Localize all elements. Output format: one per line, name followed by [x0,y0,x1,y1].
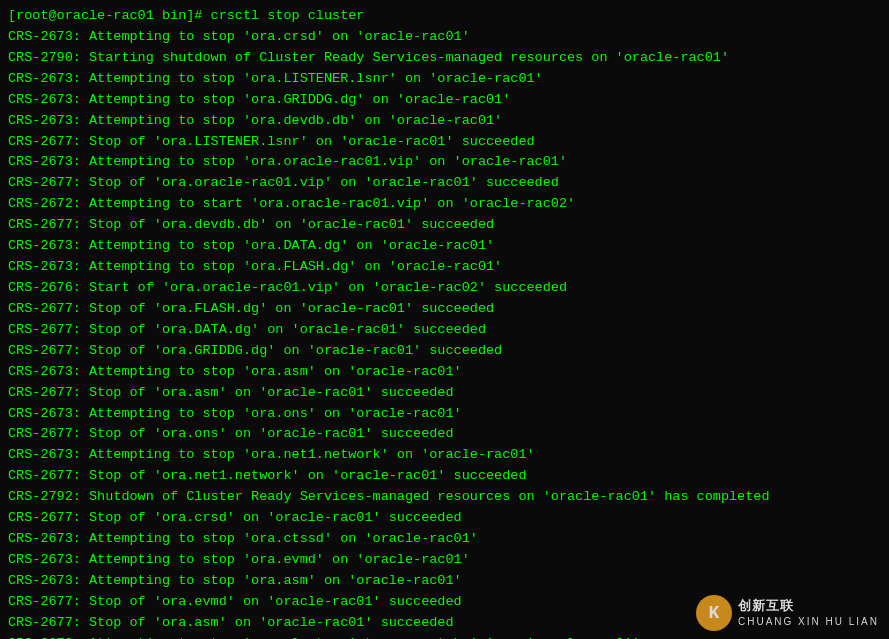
watermark-text: 创新互联 CHUANG XIN HU LIAN [738,598,879,628]
terminal-line: CRS-2673: Attempting to stop 'ora.ons' o… [8,404,881,425]
terminal-line: CRS-2677: Stop of 'ora.ons' on 'oracle-r… [8,424,881,445]
terminal-line: CRS-2677: Stop of 'ora.devdb.db' on 'ora… [8,215,881,236]
terminal-line: CRS-2673: Attempting to stop 'ora.asm' o… [8,571,881,592]
terminal-line: CRS-2673: Attempting to stop 'ora.DATA.d… [8,236,881,257]
terminal-line: CRS-2673: Attempting to stop 'ora.GRIDDG… [8,90,881,111]
terminal-line: CRS-2673: Attempting to stop 'ora.devdb.… [8,111,881,132]
watermark-icon: K [696,595,732,631]
terminal-line: CRS-2677: Stop of 'ora.DATA.dg' on 'orac… [8,320,881,341]
terminal-window: [root@oracle-rac01 bin]# crsctl stop clu… [0,0,889,639]
terminal-line: CRS-2673: Attempting to stop 'ora.LISTEN… [8,69,881,90]
terminal-line: CRS-2792: Shutdown of Cluster Ready Serv… [8,487,881,508]
terminal-line: CRS-2677: Stop of 'ora.net1.network' on … [8,466,881,487]
terminal-line: CRS-2673: Attempting to stop 'ora.oracle… [8,152,881,173]
terminal-line: CRS-2673: Attempting to stop 'ora.crsd' … [8,27,881,48]
watermark: K 创新互联 CHUANG XIN HU LIAN [696,595,879,631]
terminal-line: CRS-2673: Attempting to stop 'ora.evmd' … [8,550,881,571]
terminal-line: [root@oracle-rac01 bin]# crsctl stop clu… [8,6,881,27]
terminal-line: CRS-2790: Starting shutdown of Cluster R… [8,48,881,69]
terminal-line: CRS-2677: Stop of 'ora.FLASH.dg' on 'ora… [8,299,881,320]
terminal-line: CRS-2677: Stop of 'ora.LISTENER.lsnr' on… [8,132,881,153]
watermark-line1: 创新互联 [738,598,879,615]
terminal-line: CRS-2673: Attempting to stop 'ora.FLASH.… [8,257,881,278]
terminal-line: CRS-2677: Stop of 'ora.oracle-rac01.vip'… [8,173,881,194]
terminal-line: CRS-2673: Attempting to stop 'ora.net1.n… [8,445,881,466]
terminal-line: CRS-2673: Attempting to stop 'ora.asm' o… [8,362,881,383]
terminal-line: CRS-2677: Stop of 'ora.asm' on 'oracle-r… [8,383,881,404]
watermark-line2: CHUANG XIN HU LIAN [738,615,879,628]
terminal-line: CRS-2677: Stop of 'ora.crsd' on 'oracle-… [8,508,881,529]
terminal-line: CRS-2677: Stop of 'ora.GRIDDG.dg' on 'or… [8,341,881,362]
terminal-line: CRS-2673: Attempting to stop 'ora.cluste… [8,634,881,639]
terminal-line: CRS-2673: Attempting to stop 'ora.ctssd'… [8,529,881,550]
terminal-line: CRS-2672: Attempting to start 'ora.oracl… [8,194,881,215]
terminal-line: CRS-2676: Start of 'ora.oracle-rac01.vip… [8,278,881,299]
